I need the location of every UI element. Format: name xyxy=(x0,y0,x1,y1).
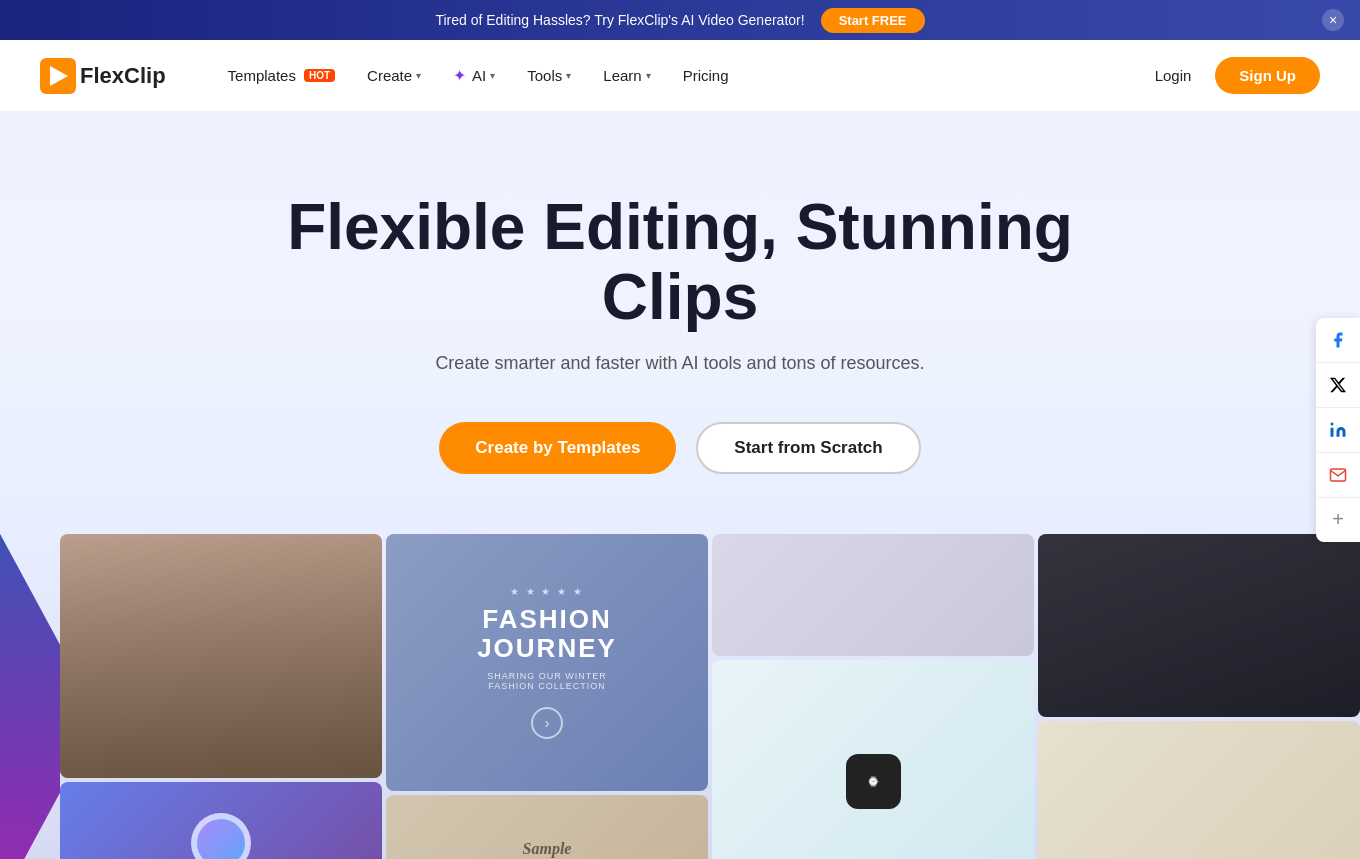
linkedin-icon xyxy=(1329,421,1347,439)
gallery-col-1 xyxy=(60,534,382,859)
gallery-col-3: ⌚ xyxy=(712,534,1034,859)
learn-chevron-icon: ▾ xyxy=(646,70,651,81)
left-geometric-shape xyxy=(0,534,60,859)
banner-text: Tired of Editing Hassles? Try FlexClip's… xyxy=(435,12,804,28)
logo-link[interactable]: FlexClip xyxy=(40,58,166,94)
tools-label: Tools xyxy=(527,67,562,84)
logo-text: FlexClip xyxy=(80,63,166,89)
nav-item-create[interactable]: Create ▾ xyxy=(353,59,435,92)
start-scratch-button[interactable]: Start from Scratch xyxy=(696,422,920,474)
gallery-strip: ★ ★ ★ ★ ★ FASHIONJOURNEY SHARING OUR WIN… xyxy=(0,534,1360,859)
gallery-inner: ★ ★ ★ ★ ★ FASHIONJOURNEY SHARING OUR WIN… xyxy=(60,534,1360,859)
nav-item-tools[interactable]: Tools ▾ xyxy=(513,59,585,92)
svg-point-2 xyxy=(1331,422,1334,425)
gallery-card-wedding: Sample xyxy=(386,795,708,859)
templates-label: Templates xyxy=(228,67,296,84)
banner-close-button[interactable]: × xyxy=(1322,9,1344,31)
signup-button[interactable]: Sign Up xyxy=(1215,57,1320,94)
abstract-ring xyxy=(191,813,251,859)
logo-icon xyxy=(40,58,76,94)
nav-links: Templates HOT Create ▾ ✦ AI ▾ Tools ▾ Le… xyxy=(214,58,1143,93)
create-templates-button[interactable]: Create by Templates xyxy=(439,422,676,474)
twitter-icon xyxy=(1329,376,1347,394)
ai-star-icon: ✦ xyxy=(453,66,466,85)
login-button[interactable]: Login xyxy=(1143,59,1204,92)
pricing-label: Pricing xyxy=(683,67,729,84)
top-banner: Tired of Editing Hassles? Try FlexClip's… xyxy=(0,0,1360,40)
tools-chevron-icon: ▾ xyxy=(566,70,571,81)
more-share-button[interactable]: + xyxy=(1316,498,1360,542)
gallery-card-fashion: ★ ★ ★ ★ ★ FASHIONJOURNEY SHARING OUR WIN… xyxy=(386,534,708,791)
gallery-col-2: ★ ★ ★ ★ ★ FASHIONJOURNEY SHARING OUR WIN… xyxy=(386,534,708,859)
hero-subtitle: Create smarter and faster with AI tools … xyxy=(435,353,924,374)
ai-label: AI xyxy=(472,67,486,84)
navbar: FlexClip Templates HOT Create ▾ ✦ AI ▾ T… xyxy=(0,40,1360,112)
email-icon xyxy=(1329,466,1347,484)
hero-buttons: Create by Templates Start from Scratch xyxy=(439,422,920,474)
banner-cta-button[interactable]: Start FREE xyxy=(821,8,925,33)
gallery-card-watch: ⌚ xyxy=(712,660,1034,859)
linkedin-share-button[interactable] xyxy=(1316,408,1360,452)
fashion-title: FASHIONJOURNEY xyxy=(477,605,617,662)
fashion-subtitle: SHARING OUR WINTERFASHION COLLECTION xyxy=(487,671,607,691)
hero-section: Flexible Editing, Stunning Clips Create … xyxy=(0,112,1360,534)
hot-badge: HOT xyxy=(304,69,335,82)
gallery-card-abstract xyxy=(60,782,382,859)
social-sidebar: + xyxy=(1316,318,1360,542)
facebook-icon xyxy=(1329,331,1347,349)
nav-item-templates[interactable]: Templates HOT xyxy=(214,59,349,92)
gallery-card-light xyxy=(712,534,1034,656)
facebook-share-button[interactable] xyxy=(1316,318,1360,362)
email-share-button[interactable] xyxy=(1316,453,1360,497)
plus-icon: + xyxy=(1332,508,1344,531)
gallery-col-4 xyxy=(1038,534,1360,859)
nav-item-learn[interactable]: Learn ▾ xyxy=(589,59,664,92)
create-label: Create xyxy=(367,67,412,84)
nav-item-pricing[interactable]: Pricing xyxy=(669,59,743,92)
gallery-card-misc xyxy=(1038,721,1360,859)
gallery-card-woman xyxy=(60,534,382,778)
hero-title: Flexible Editing, Stunning Clips xyxy=(230,192,1130,333)
gallery-card-dark-portrait xyxy=(1038,534,1360,717)
nav-right: Login Sign Up xyxy=(1143,57,1320,94)
watch-icon: ⌚ xyxy=(846,754,901,809)
learn-label: Learn xyxy=(603,67,641,84)
create-chevron-icon: ▾ xyxy=(416,70,421,81)
twitter-share-button[interactable] xyxy=(1316,363,1360,407)
ai-chevron-icon: ▾ xyxy=(490,70,495,81)
nav-item-ai[interactable]: ✦ AI ▾ xyxy=(439,58,509,93)
